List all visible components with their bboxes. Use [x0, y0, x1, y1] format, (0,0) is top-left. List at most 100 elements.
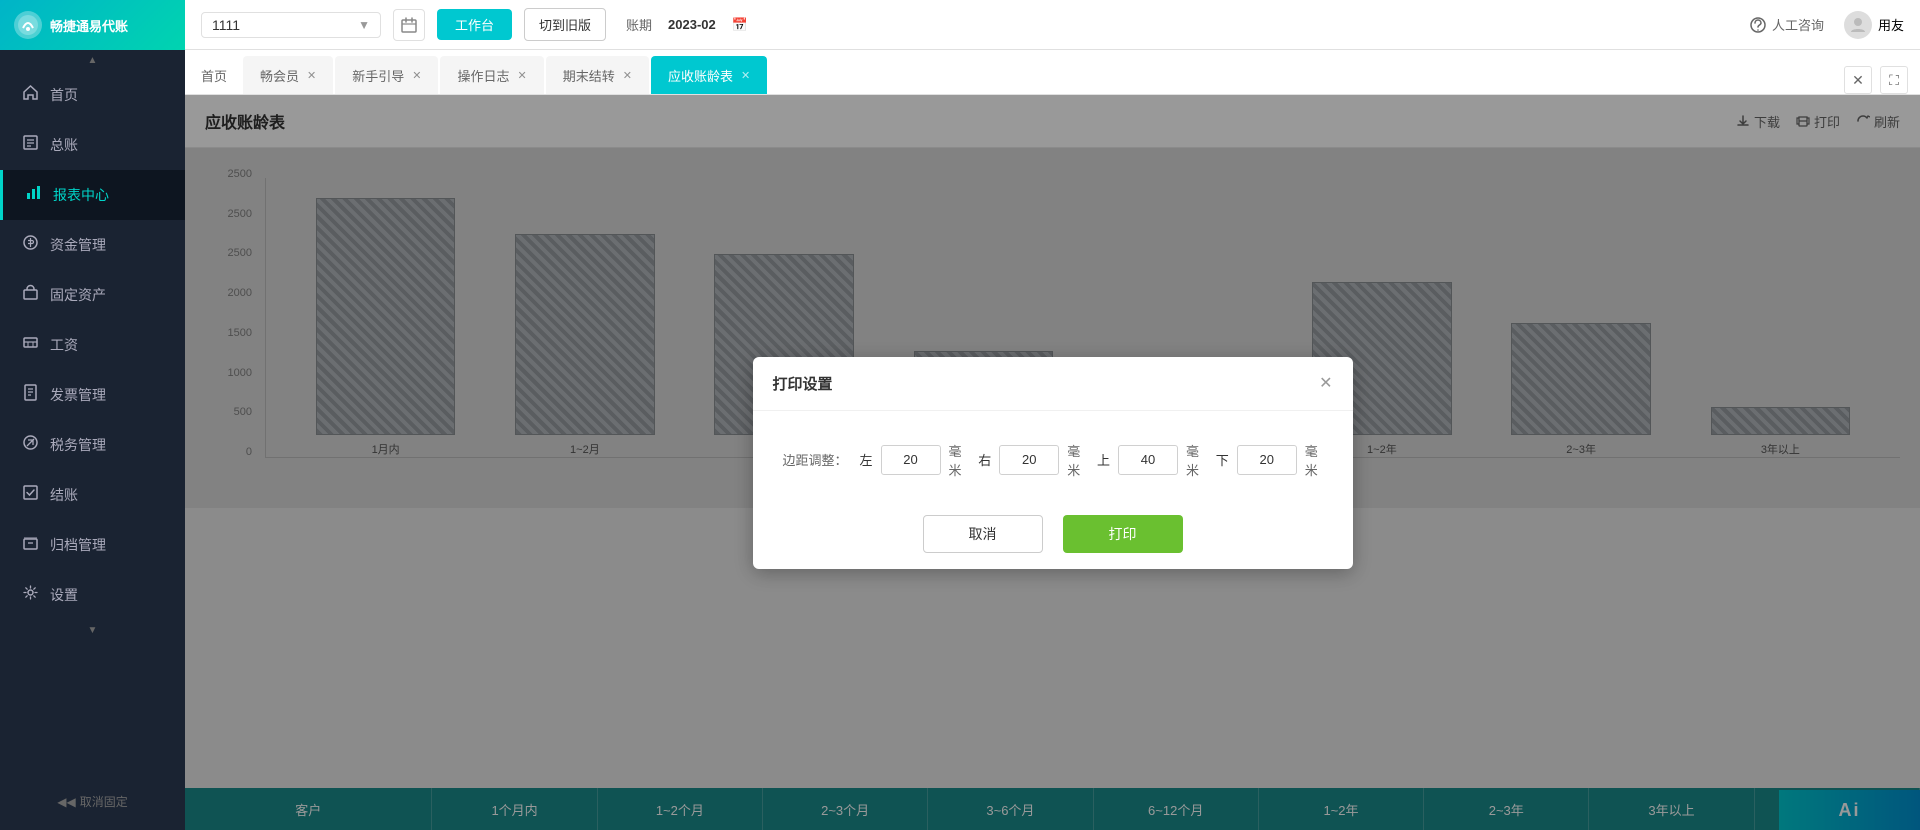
- sidebar-item-closing[interactable]: 结账: [0, 470, 185, 520]
- sidebar: ▲ 首页 总账: [0, 50, 185, 830]
- user-avatar: [1844, 11, 1872, 39]
- user-area[interactable]: 用友: [1844, 11, 1904, 39]
- sidebar-label-tax: 税务管理: [50, 435, 106, 455]
- logo: 畅捷通易代账: [0, 0, 185, 50]
- logo-text: 畅捷通易代账: [50, 16, 128, 35]
- tab-maximize[interactable]: ⛶: [1880, 66, 1908, 94]
- margin-right-dir: 右: [978, 450, 991, 469]
- margin-top-input[interactable]: [1118, 445, 1178, 475]
- period-calendar-icon[interactable]: 📅: [732, 17, 748, 33]
- sidebar-scroll-down[interactable]: ▼: [0, 620, 185, 640]
- chevron-down-icon: ▼: [358, 18, 370, 32]
- margin-left-group: 左 毫米: [860, 441, 967, 479]
- content-area: 首页 畅会员 ✕ 新手引导 ✕ 操作日志 ✕ 期末结转 ✕ 应收账龄表 ✕: [185, 50, 1920, 830]
- archive-icon: [20, 534, 40, 556]
- tab-close-window[interactable]: ✕: [1844, 66, 1872, 94]
- margin-top-group: 上 毫米: [1097, 441, 1204, 479]
- margin-right-unit: 毫米: [1067, 441, 1085, 479]
- tab-bar: 首页 畅会员 ✕ 新手引导 ✕ 操作日志 ✕ 期末结转 ✕ 应收账龄表 ✕: [185, 50, 1920, 95]
- modal-print-button[interactable]: 打印: [1063, 515, 1183, 553]
- sidebar-label-salary: 工资: [50, 335, 78, 355]
- closing-icon: [20, 484, 40, 506]
- sidebar-item-funds[interactable]: 资金管理: [0, 220, 185, 270]
- tab-changhui-label: 畅会员: [260, 66, 299, 85]
- sidebar-unpin-button[interactable]: ◀◀ 取消固定: [0, 793, 185, 810]
- ledger-icon: [20, 134, 40, 156]
- sidebar-item-salary[interactable]: 工资: [0, 320, 185, 370]
- margin-bottom-dir: 下: [1216, 450, 1229, 469]
- tab-closing[interactable]: 期末结转 ✕: [546, 56, 649, 94]
- reports-icon: [23, 184, 43, 206]
- modal-footer: 取消 打印: [753, 499, 1353, 569]
- margin-top-unit: 毫米: [1186, 441, 1204, 479]
- margin-bottom-unit: 毫米: [1305, 441, 1323, 479]
- tab-oplog-label: 操作日志: [457, 66, 509, 85]
- sidebar-item-reports[interactable]: 报表中心: [0, 170, 185, 220]
- user-name: 用友: [1878, 15, 1904, 34]
- margin-right-group: 右 毫米: [978, 441, 1085, 479]
- margin-right-input[interactable]: [999, 445, 1059, 475]
- sidebar-label-invoice: 发票管理: [50, 385, 106, 405]
- sidebar-label-closing: 结账: [50, 485, 78, 505]
- sidebar-item-invoice[interactable]: 发票管理: [0, 370, 185, 420]
- workbench-button[interactable]: 工作台: [437, 9, 512, 40]
- tab-closing-label: 期末结转: [563, 66, 615, 85]
- sidebar-item-tax[interactable]: 税务管理: [0, 420, 185, 470]
- sidebar-item-ledger[interactable]: 总账: [0, 120, 185, 170]
- sidebar-item-home[interactable]: 首页: [0, 70, 185, 120]
- unpin-icon: ◀◀: [57, 795, 75, 809]
- margin-form-label: 边距调整：: [783, 450, 848, 469]
- funds-icon: [20, 234, 40, 256]
- margin-form-row: 边距调整： 左 毫米 右 毫米: [783, 441, 1323, 479]
- tax-icon: [20, 434, 40, 456]
- modal-close-button[interactable]: ✕: [1319, 373, 1332, 393]
- tab-aging[interactable]: 应收账龄表 ✕: [651, 56, 767, 94]
- tab-oplog-close[interactable]: ✕: [518, 69, 527, 82]
- sidebar-scroll-up[interactable]: ▲: [0, 50, 185, 70]
- calendar-icon[interactable]: [393, 9, 425, 41]
- tab-closing-close[interactable]: ✕: [623, 69, 632, 82]
- tab-guide-label: 新手引导: [352, 66, 404, 85]
- sidebar-item-assets[interactable]: 固定资产: [0, 270, 185, 320]
- sidebar-label-assets: 固定资产: [50, 285, 106, 305]
- tab-guide[interactable]: 新手引导 ✕: [335, 56, 438, 94]
- support-label: 人工咨询: [1772, 15, 1824, 34]
- tab-changhui-close[interactable]: ✕: [307, 69, 316, 82]
- unpin-label: 取消固定: [80, 793, 128, 810]
- margin-bottom-group: 下 毫米: [1216, 441, 1323, 479]
- sidebar-label-archive: 归档管理: [50, 535, 106, 555]
- sidebar-label-funds: 资金管理: [50, 235, 106, 255]
- margin-left-input[interactable]: [881, 445, 941, 475]
- tab-changhui[interactable]: 畅会员 ✕: [243, 56, 333, 94]
- margin-top-dir: 上: [1097, 450, 1110, 469]
- sidebar-item-archive[interactable]: 归档管理: [0, 520, 185, 570]
- tab-aging-label: 应收账龄表: [668, 66, 733, 85]
- sidebar-label-home: 首页: [50, 85, 78, 105]
- home-icon: [20, 84, 40, 106]
- modal-body: 边距调整： 左 毫米 右 毫米: [753, 411, 1353, 499]
- salary-icon: [20, 334, 40, 356]
- invoice-icon: [20, 384, 40, 406]
- margin-bottom-input[interactable]: [1237, 445, 1297, 475]
- support-button[interactable]: 人工咨询: [1750, 15, 1824, 34]
- logo-icon: [14, 11, 42, 39]
- page-content: 应收账龄表 下载: [185, 95, 1920, 830]
- cancel-button[interactable]: 取消: [923, 515, 1043, 553]
- tab-oplog[interactable]: 操作日志 ✕: [440, 56, 543, 94]
- modal-header: 打印设置 ✕: [753, 357, 1353, 411]
- sidebar-label-ledger: 总账: [50, 135, 78, 155]
- period-label: 账期: [626, 15, 652, 34]
- modal-title: 打印设置: [773, 373, 833, 394]
- tab-aging-close[interactable]: ✕: [741, 69, 750, 82]
- company-selector[interactable]: 1111 ▼: [201, 12, 381, 38]
- tab-home[interactable]: 首页: [185, 56, 243, 94]
- switch-version-button[interactable]: 切到旧版: [524, 8, 606, 41]
- sidebar-item-settings[interactable]: 设置: [0, 570, 185, 620]
- modal-overlay: 打印设置 ✕ 边距调整： 左 毫米: [185, 95, 1920, 830]
- tab-guide-close[interactable]: ✕: [412, 69, 421, 82]
- print-settings-modal: 打印设置 ✕ 边距调整： 左 毫米: [753, 357, 1353, 569]
- company-name: 1111: [212, 17, 350, 33]
- assets-icon: [20, 284, 40, 306]
- sidebar-label-settings: 设置: [50, 585, 78, 605]
- tab-home-label: 首页: [201, 66, 227, 85]
